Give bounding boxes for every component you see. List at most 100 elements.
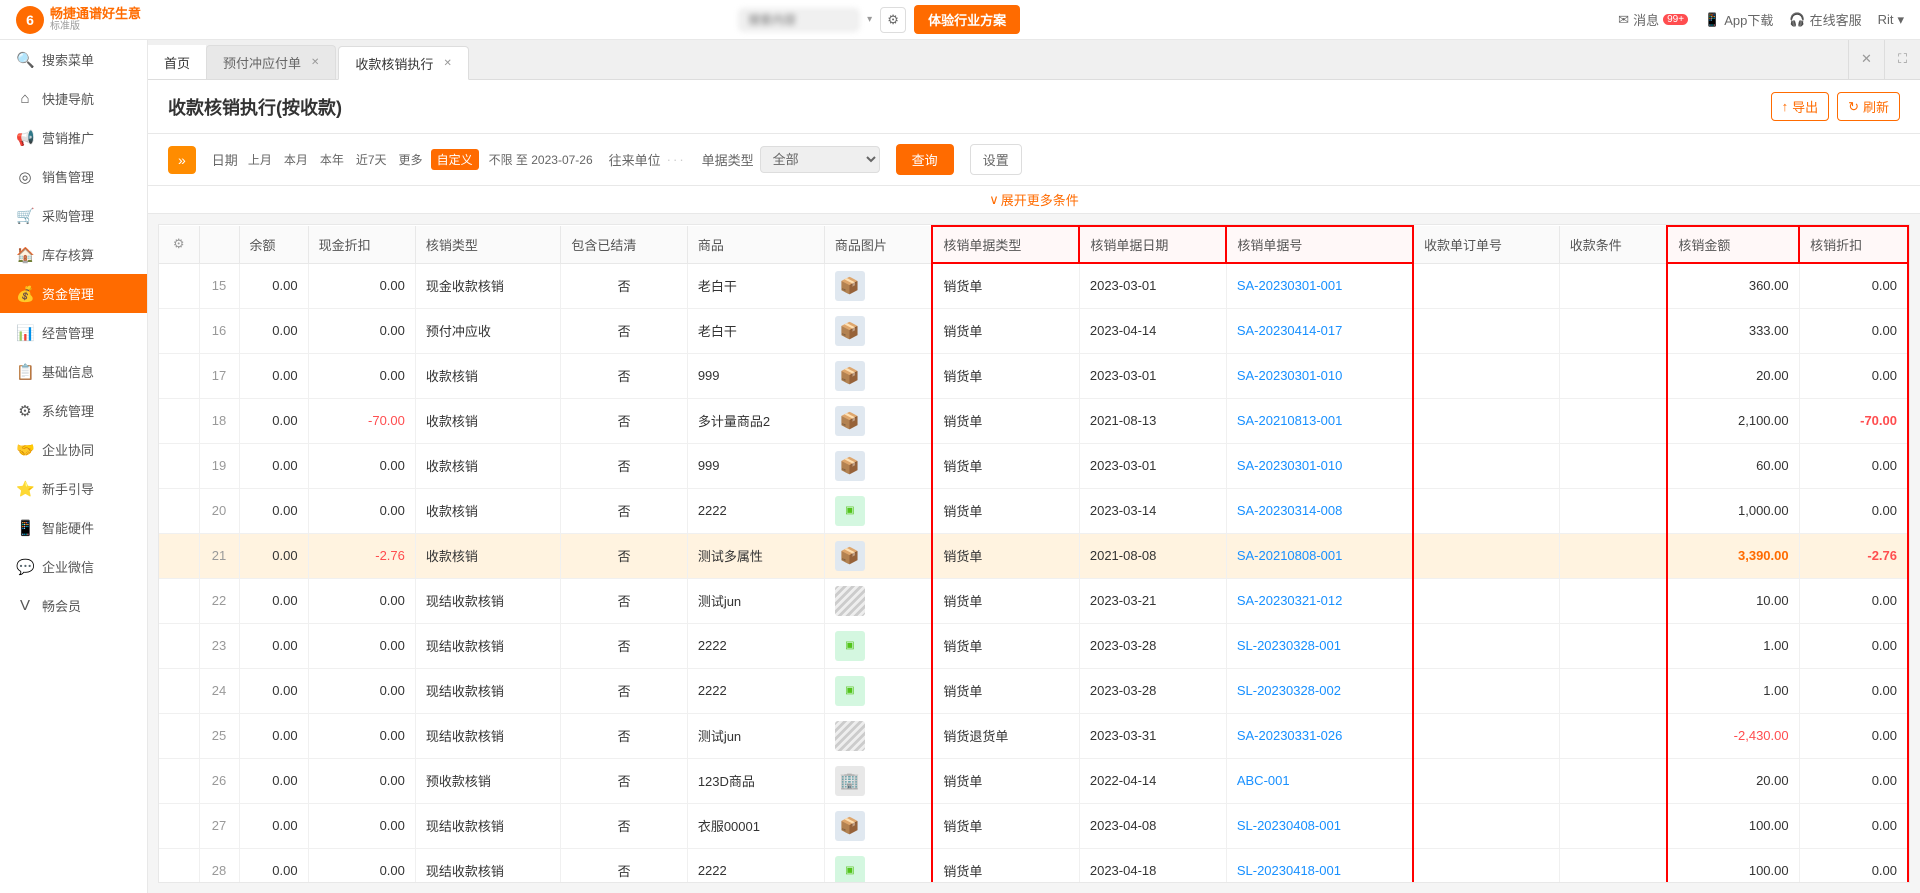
bill-no-link[interactable]: SA-20230301-010 (1237, 458, 1343, 473)
bill-no-link[interactable]: SA-20230301-010 (1237, 368, 1343, 383)
cell-seq: 25 (199, 713, 239, 758)
bill-no-link[interactable]: SA-20210808-001 (1237, 548, 1343, 563)
online-service-item[interactable]: 🎧 在线客服 (1789, 10, 1861, 29)
cell-write-off-bill-no: SL-20230408-001 (1226, 803, 1413, 848)
settings-button[interactable]: 设置 (970, 144, 1022, 175)
cell-write-off-bill-type: 销货单 (932, 578, 1079, 623)
top-bar-center: ▾ ⚙ 体验行业方案 (739, 5, 1020, 34)
date-label: 日期 (212, 150, 238, 169)
tab-prepay-close-icon[interactable]: ✕ (311, 57, 319, 68)
bill-no-link[interactable]: SA-20210813-001 (1237, 413, 1343, 428)
cell-goods: 老白干 (687, 308, 824, 353)
tab-receipt-close-icon[interactable]: ✕ (443, 58, 451, 69)
sidebar-label-hardware: 智能硬件 (42, 518, 94, 537)
sidebar-item-guide[interactable]: ⭐ 新手引导 (0, 469, 147, 508)
user-name: Rit (1878, 12, 1894, 27)
bill-no-link[interactable]: ABC-001 (1237, 773, 1290, 788)
cell-write-off-bill-date: 2023-04-18 (1079, 848, 1226, 883)
bill-no-link[interactable]: SL-20230328-001 (1237, 638, 1341, 653)
sidebar-label-marketing: 营销推广 (42, 128, 94, 147)
tab-receipt[interactable]: 收款核销执行 ✕ (338, 46, 468, 80)
col-balance: 余额 (239, 226, 308, 263)
sidebar-item-business[interactable]: 📊 经营管理 (0, 313, 147, 352)
sidebar: 🔍 搜索菜单 ⌂ 快捷导航 📢 营销推广 ◎ 销售管理 🛒 采购管理 🏠 库存核… (0, 40, 148, 893)
app-download-label: App下载 (1724, 10, 1773, 29)
sidebar-item-finance[interactable]: 💰 资金管理 (0, 274, 147, 313)
shortcut-7days[interactable]: 近7天 (352, 149, 391, 170)
sidebar-item-member[interactable]: V 畅会员 (0, 586, 147, 625)
cell-write-off-bill-date: 2023-04-08 (1079, 803, 1226, 848)
cell-goods: 测试多属性 (687, 533, 824, 578)
sidebar-label-purchase: 采购管理 (42, 206, 94, 225)
cell-balance: 0.00 (239, 713, 308, 758)
user-item[interactable]: Rit ▾ (1878, 12, 1904, 28)
cell-included-settled: 否 (561, 578, 687, 623)
col-goods: 商品 (687, 226, 824, 263)
sidebar-item-quicknav[interactable]: ⌂ 快捷导航 (0, 79, 147, 118)
cell-goods-image: 🏢 (824, 758, 932, 803)
cell-goods: 测试jun (687, 578, 824, 623)
sidebar-item-sales[interactable]: ◎ 销售管理 (0, 157, 147, 196)
tab-maximize-button[interactable]: ⛶ (1884, 40, 1920, 79)
cell-cash-discount: 0.00 (308, 353, 415, 398)
expand-conditions-button[interactable]: ∨ 展开更多条件 (989, 190, 1079, 209)
shortcut-custom[interactable]: 自定义 (431, 149, 479, 170)
message-item[interactable]: ✉ 消息 99+ (1618, 10, 1688, 29)
sidebar-item-system[interactable]: ⚙ 系统管理 (0, 391, 147, 430)
bill-no-link[interactable]: SA-20230331-026 (1237, 728, 1343, 743)
app-download-item[interactable]: 📱 App下载 (1704, 10, 1773, 29)
cell-balance: 0.00 (239, 533, 308, 578)
cell-write-off-discount: 0.00 (1799, 353, 1908, 398)
sidebar-item-wechat[interactable]: 💬 企业微信 (0, 547, 147, 586)
bill-no-link[interactable]: SL-20230408-001 (1237, 818, 1341, 833)
receipt-type-select[interactable]: 全部 (760, 146, 880, 173)
sidebar-item-purchase[interactable]: 🛒 采购管理 (0, 196, 147, 235)
table-container[interactable]: ⚙ 余额 现金折扣 核销类型 包含已结清 商品 商品图片 核销单据类型 核销单据… (158, 224, 1910, 883)
cell-write-off-bill-date: 2021-08-08 (1079, 533, 1226, 578)
cell-included-settled: 否 (561, 668, 687, 713)
sidebar-item-inventory[interactable]: 🏠 库存核算 (0, 235, 147, 274)
col-settings[interactable]: ⚙ (159, 226, 199, 263)
query-button[interactable]: 查询 (896, 144, 954, 175)
shortcut-last-month[interactable]: 上月 (244, 149, 276, 170)
bill-no-link[interactable]: SA-20230314-008 (1237, 503, 1343, 518)
receipt-type-filter: 单据类型 全部 (702, 146, 880, 173)
content-area: 首页 预付冲应付单 ✕ 收款核销执行 ✕ ✕ ⛶ 收款核销执行(按收款) ↑ (148, 40, 1920, 893)
shortcut-this-year[interactable]: 本年 (316, 149, 348, 170)
cell-included-settled: 否 (561, 758, 687, 803)
cell-goods-image: 📦 (824, 308, 932, 353)
sidebar-item-enterprise[interactable]: 🤝 企业协同 (0, 430, 147, 469)
message-icon: ✉ (1618, 12, 1629, 28)
export-button[interactable]: ↑ 导出 (1771, 92, 1830, 121)
bill-no-link[interactable]: SL-20230328-002 (1237, 683, 1341, 698)
tab-home[interactable]: 首页 (148, 45, 206, 79)
sidebar-item-marketing[interactable]: 📢 营销推广 (0, 118, 147, 157)
cell-write-off-bill-type: 销货单 (932, 398, 1079, 443)
brand-name: 畅捷通谱好生意 (50, 6, 141, 22)
cell-settings (159, 488, 199, 533)
trial-button[interactable]: 体验行业方案 (914, 5, 1020, 34)
bill-no-link[interactable]: SA-20230301-001 (1237, 278, 1343, 293)
cell-seq: 16 (199, 308, 239, 353)
bill-no-link[interactable]: SA-20230321-012 (1237, 593, 1343, 608)
sidebar-item-search[interactable]: 🔍 搜索菜单 (0, 40, 147, 79)
shortcut-this-month[interactable]: 本月 (280, 149, 312, 170)
cell-goods: 多计量商品2 (687, 398, 824, 443)
expand-label: 展开更多条件 (1001, 190, 1079, 209)
tab-prepay[interactable]: 预付冲应付单 ✕ (206, 45, 336, 79)
sidebar-item-basic[interactable]: 📋 基础信息 (0, 352, 147, 391)
shortcut-more[interactable]: 更多 (395, 149, 427, 170)
bill-no-link[interactable]: SL-20230418-001 (1237, 863, 1341, 878)
sidebar-item-hardware[interactable]: 📱 智能硬件 (0, 508, 147, 547)
expand-left-button[interactable]: » (168, 146, 196, 174)
tab-close-all-button[interactable]: ✕ (1848, 40, 1884, 79)
table-header-row: ⚙ 余额 现金折扣 核销类型 包含已结清 商品 商品图片 核销单据类型 核销单据… (159, 226, 1908, 263)
gear-button[interactable]: ⚙ (880, 7, 906, 33)
export-icon: ↑ (1782, 99, 1789, 114)
refresh-button[interactable]: ↻ 刷新 (1837, 92, 1900, 121)
cell-included-settled: 否 (561, 353, 687, 398)
search-input[interactable] (739, 9, 859, 31)
column-settings-icon[interactable]: ⚙ (173, 236, 185, 251)
bill-no-link[interactable]: SA-20230414-017 (1237, 323, 1343, 338)
cell-receipt-order-no (1413, 848, 1559, 883)
